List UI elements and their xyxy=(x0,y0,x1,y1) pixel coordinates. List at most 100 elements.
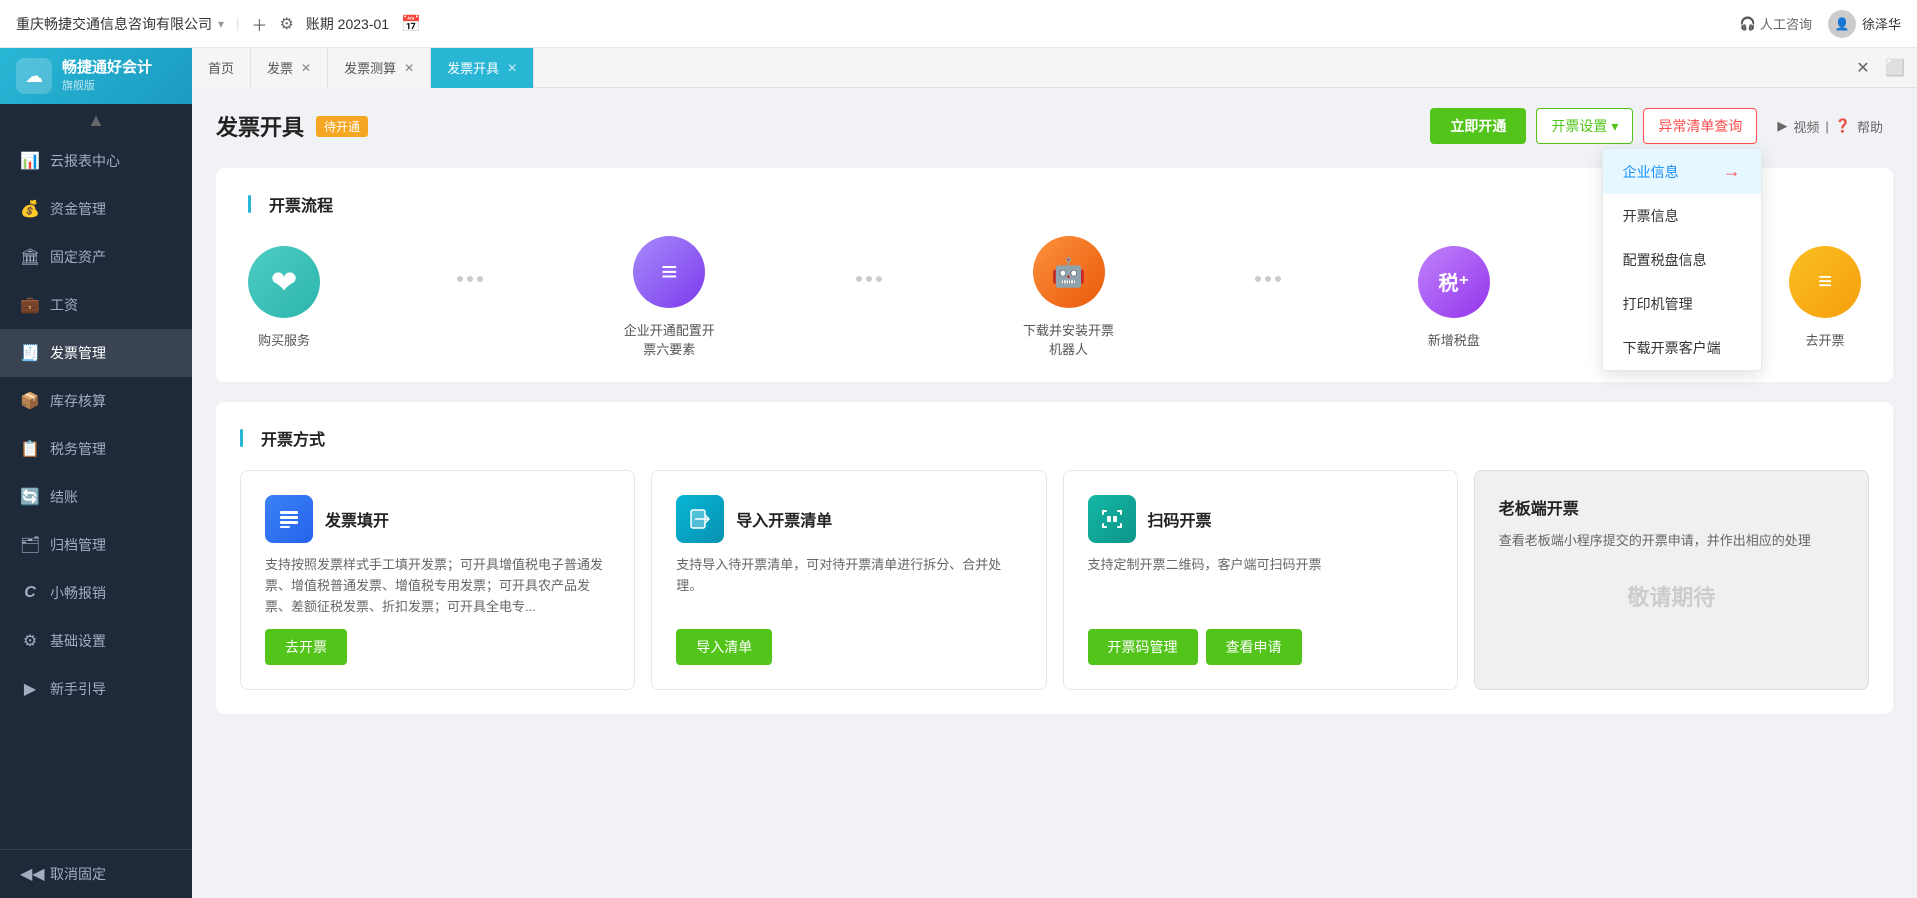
chevron-down-icon: ▾ xyxy=(218,17,224,31)
report-sales-icon: C xyxy=(20,584,40,602)
configure-icon: ≡ xyxy=(633,236,705,308)
company-name: 重庆畅捷交通信息咨询有限公司 xyxy=(16,14,212,34)
import-card-btn-area: 导入清单 xyxy=(676,629,772,665)
sidebar-item-fixed-assets[interactable]: 🏛 固定资产 xyxy=(0,233,192,281)
guide-icon: ▶ xyxy=(20,679,40,699)
sidebar-item-tax[interactable]: 📋 税务管理 xyxy=(0,425,192,473)
sidebar-item-report-sales[interactable]: C 小畅报销 xyxy=(0,569,192,617)
tab-invoice-test[interactable]: 发票测算 ✕ xyxy=(328,48,431,88)
settlement-icon: 🔄 xyxy=(20,487,40,507)
sidebar-item-salary[interactable]: 💼 工资 xyxy=(0,281,192,329)
scan-card-desc: 支持定制开票二维码，客户端可扫码开票 xyxy=(1088,555,1433,576)
sidebar-item-basic-settings[interactable]: ⚙ 基础设置 xyxy=(0,617,192,665)
qr-code-manage-button[interactable]: 开票码管理 xyxy=(1088,629,1198,665)
import-card-title: 导入开票清单 xyxy=(736,507,832,531)
configure-label: 企业开通配置开票六要素 xyxy=(619,320,719,358)
cloud-report-icon: 📊 xyxy=(20,151,40,171)
sidebar: ☁ 畅捷通好会计 旗舰版 ▲ 📊 云报表中心 💰 资金管理 🏛 固定资产 💼 工… xyxy=(0,48,192,898)
dropdown-item-download-client[interactable]: 下载开票客户端 xyxy=(1603,326,1761,370)
import-list-button[interactable]: 导入清单 xyxy=(676,629,772,665)
help-button[interactable]: ▶ 视频 | ❓ 帮助 xyxy=(1767,110,1893,143)
unpin-icon: ◀◀ xyxy=(20,864,40,884)
logo-icon: ☁ xyxy=(16,58,52,94)
tab-invoice-list[interactable]: 发票 ✕ xyxy=(251,48,328,88)
top-bar-right: 🎧 人工咨询 👤 徐泽华 xyxy=(1740,10,1901,38)
fill-card-header: 发票填开 xyxy=(265,495,610,543)
abnormal-button[interactable]: 异常清单查询 xyxy=(1643,108,1757,144)
tax-icon: 📋 xyxy=(20,439,40,459)
company-selector[interactable]: 重庆畅捷交通信息咨询有限公司 ▾ xyxy=(16,14,224,34)
sidebar-item-cloud-report[interactable]: 📊 云报表中心 xyxy=(0,137,192,185)
import-invoice-icon xyxy=(676,495,724,543)
view-application-button[interactable]: 查看申请 xyxy=(1206,629,1302,665)
scroll-up-indicator[interactable]: ▲ xyxy=(0,104,192,137)
scan-card-btn-area: 开票码管理 查看申请 xyxy=(1088,629,1302,665)
tab-invoice-issue[interactable]: 发票开具 ✕ xyxy=(431,48,534,88)
page-header-actions: 立即开通 开票设置 ▾ 异常清单查询 ▶ 视频 | ❓ 帮助 xyxy=(1430,108,1893,144)
dropdown-item-company-info[interactable]: 企业信息 → xyxy=(1603,149,1761,194)
logo-text-area: 畅捷通好会计 旗舰版 xyxy=(62,59,152,93)
settings-button[interactable]: 开票设置 ▾ xyxy=(1536,108,1633,144)
import-card-desc: 支持导入待开票清单，可对待开票清单进行拆分、合并处理。 xyxy=(676,555,1021,597)
buy-service-icon: ❤ xyxy=(248,246,320,318)
service-button[interactable]: 🎧 人工咨询 xyxy=(1740,14,1812,33)
scan-invoice-icon xyxy=(1088,495,1136,543)
sidebar-item-guide[interactable]: ▶ 新手引导 xyxy=(0,665,192,713)
process-step-issue: ≡ 去开票 xyxy=(1789,246,1861,349)
tab-bar-controls: ✕ ⬜ xyxy=(1849,54,1917,82)
tab-close-invoice-test[interactable]: ✕ xyxy=(404,61,414,75)
tab-close-invoice-issue[interactable]: ✕ xyxy=(507,61,517,75)
tab-home[interactable]: 首页 xyxy=(192,48,251,88)
coming-soon-overlay: 敬请期待 xyxy=(1499,580,1844,612)
go-invoice-button[interactable]: 去开票 xyxy=(265,629,347,665)
red-arrow-icon: → xyxy=(1723,161,1741,182)
sidebar-bottom: ◀◀ 取消固定 xyxy=(0,849,192,898)
activate-button[interactable]: 立即开通 xyxy=(1430,108,1526,144)
buy-service-label: 购买服务 xyxy=(258,330,310,349)
sidebar-item-archive[interactable]: 🗂 归档管理 xyxy=(0,521,192,569)
separator: | xyxy=(236,16,239,31)
sidebar-item-inventory[interactable]: 📦 库存核算 xyxy=(0,377,192,425)
calendar-icon[interactable]: 📅 xyxy=(401,14,421,34)
dropdown-item-printer-mgmt[interactable]: 打印机管理 xyxy=(1603,282,1761,326)
archive-icon: 🗂 xyxy=(20,535,40,555)
user-info[interactable]: 👤 徐泽华 xyxy=(1828,10,1901,38)
salary-icon: 💼 xyxy=(20,295,40,315)
add-icon[interactable]: ＋ xyxy=(251,12,267,36)
tab-close-invoice[interactable]: ✕ xyxy=(301,61,311,75)
billing-cards: 发票填开 支持按照发票样式手工填开发票；可开具增值税电子普通发票、增值税普通发票… xyxy=(240,470,1869,690)
connector-3 xyxy=(1119,276,1418,282)
content-area: 首页 发票 ✕ 发票测算 ✕ 发票开具 ✕ ✕ ⬜ 发票开具 xyxy=(192,48,1917,898)
sidebar-logo: ☁ 畅捷通好会计 旗舰版 xyxy=(0,48,192,104)
headset-icon: 🎧 xyxy=(1740,16,1756,32)
close-tab-button[interactable]: ✕ xyxy=(1849,54,1877,82)
scan-card-header: 扫码开票 xyxy=(1088,495,1433,543)
capital-icon: 💰 xyxy=(20,199,40,219)
issue-invoice-label: 去开票 xyxy=(1805,330,1844,349)
page-title: 发票开具 xyxy=(216,110,304,142)
settings-icon[interactable]: ⚙ xyxy=(279,14,293,34)
page-content: 发票开具 待开通 立即开通 开票设置 ▾ 异常清单查询 ▶ 视频 | ❓ 帮助 xyxy=(192,88,1917,898)
boss-card-desc: 查看老板端小程序提交的开票申请，并作出相应的处理 xyxy=(1499,531,1844,552)
process-step-configure: ≡ 企业开通配置开票六要素 xyxy=(619,236,719,358)
maximize-tab-button[interactable]: ⬜ xyxy=(1881,54,1909,82)
main-layout: ☁ 畅捷通好会计 旗舰版 ▲ 📊 云报表中心 💰 资金管理 🏛 固定资产 💼 工… xyxy=(0,48,1917,898)
sidebar-item-settlement[interactable]: 🔄 结账 xyxy=(0,473,192,521)
dropdown-item-tax-disk-info[interactable]: 配置税盘信息 xyxy=(1603,238,1761,282)
tax-disk-icon: 税⁺ xyxy=(1418,246,1490,318)
billing-section: 开票方式 xyxy=(216,402,1893,714)
fixed-assets-icon: 🏛 xyxy=(20,247,40,267)
sidebar-item-unpin[interactable]: ◀◀ 取消固定 xyxy=(0,850,192,898)
dropdown-item-invoice-info[interactable]: 开票信息 xyxy=(1603,194,1761,238)
connector-2 xyxy=(719,276,1018,282)
tab-bar: 首页 发票 ✕ 发票测算 ✕ 发票开具 ✕ ✕ ⬜ xyxy=(192,48,1917,88)
chevron-down-icon: ▾ xyxy=(1611,118,1618,135)
process-step-buy: ❤ 购买服务 xyxy=(248,246,320,349)
boss-card-title: 老板端开票 xyxy=(1499,495,1579,519)
process-step-tax-disk: 税⁺ 新增税盘 xyxy=(1418,246,1490,349)
period-label: 账期 2023-01 xyxy=(306,14,389,34)
status-badge: 待开通 xyxy=(316,116,368,137)
sidebar-item-capital[interactable]: 💰 资金管理 xyxy=(0,185,192,233)
sidebar-item-invoice[interactable]: 🧾 发票管理 xyxy=(0,329,192,377)
import-card-header: 导入开票清单 xyxy=(676,495,1021,543)
